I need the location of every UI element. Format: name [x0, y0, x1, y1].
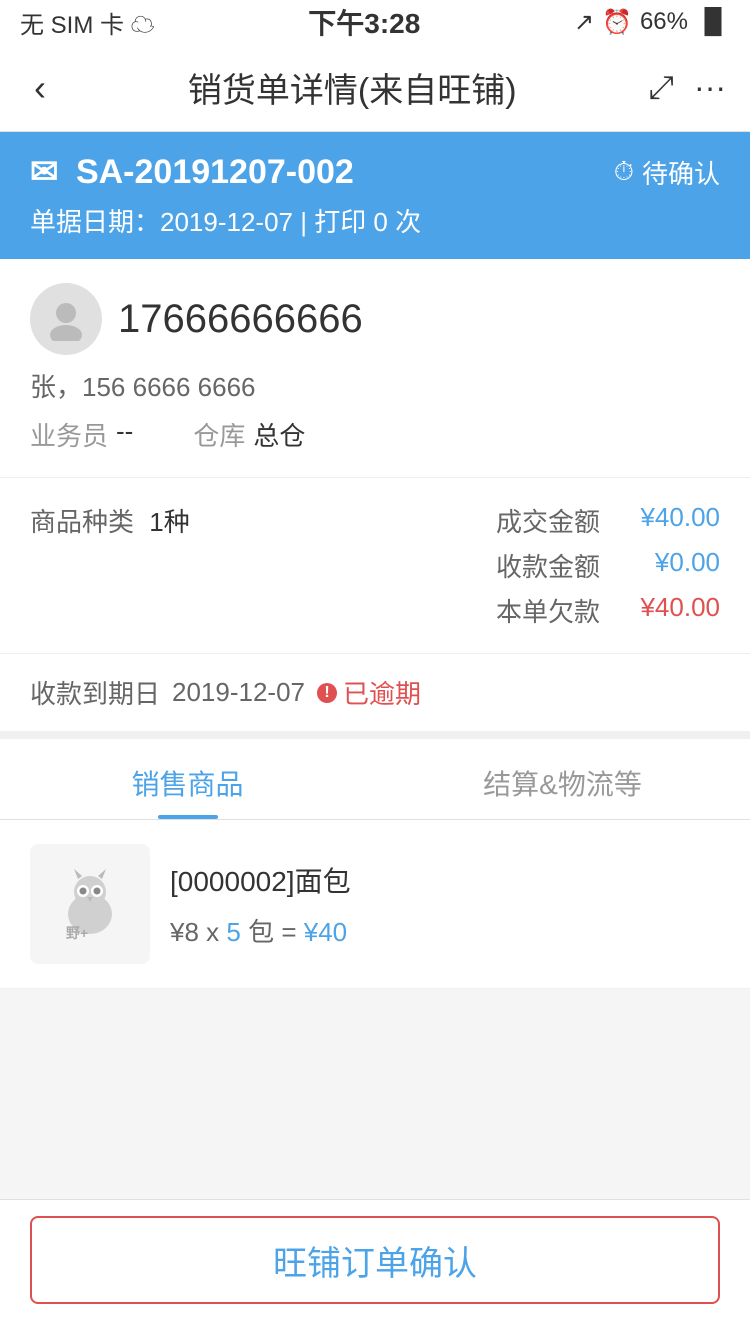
- battery-level: 66%: [640, 8, 688, 36]
- product-name: [0000002]面包: [170, 860, 720, 900]
- due-date-value: 2019-12-07: [172, 677, 305, 708]
- order-id-icon: ✉: [30, 153, 59, 191]
- order-status: ⏱ 待确认: [614, 154, 720, 191]
- status-label: 待确认: [642, 154, 720, 191]
- product-equals: =: [281, 917, 303, 947]
- product-qty: 5: [226, 917, 240, 947]
- product-unit: 包: [248, 917, 274, 947]
- order-banner-top: ✉ SA-20191207-002 ⏱ 待确认: [30, 152, 720, 192]
- bottom-bar: 旺铺订单确认: [0, 1199, 750, 1334]
- status-right: ↗ ⏰ 66% ▐▌: [574, 8, 730, 37]
- share-button[interactable]: ⤢: [648, 69, 674, 107]
- salesperson-value: --: [116, 416, 133, 453]
- status-bar: 无 SIM 卡 ☁ 下午3:28 ↗ ⏰ 66% ▐▌: [0, 0, 750, 44]
- owed-amount-value: ¥40.00: [620, 592, 720, 629]
- deal-amount-label: 成交金额: [496, 502, 600, 539]
- overdue-text: 已逾期: [343, 674, 421, 711]
- deal-amount-row: 成交金额 ¥40.00: [496, 502, 720, 539]
- tabs-bar: 销售商品 结算&物流等: [0, 739, 750, 820]
- customer-section: 17666666666 张，156 6666 6666 业务员 -- 仓库 总仓: [0, 259, 750, 478]
- page-title: 销货单详情(来自旺铺): [56, 63, 648, 112]
- summary-right: 成交金额 ¥40.00 收款金额 ¥0.00 本单欠款 ¥40.00: [496, 502, 720, 629]
- goods-kinds: 商品种类 1种: [30, 502, 190, 539]
- salesperson-field: 业务员 --: [30, 416, 133, 453]
- avatar: [30, 283, 102, 355]
- due-date-label: 收款到期日: [30, 674, 160, 711]
- customer-top: 17666666666: [30, 283, 720, 355]
- status-left: 无 SIM 卡 ☁: [20, 5, 155, 40]
- product-total: ¥40: [304, 917, 347, 947]
- product-price-row: ¥8 x 5 包 = ¥40: [170, 912, 720, 949]
- warehouse-field: 仓库 总仓: [193, 416, 305, 453]
- nav-actions: ⤢ ···: [648, 69, 726, 107]
- tab-settlement[interactable]: 结算&物流等: [375, 739, 750, 819]
- product-item: 野+ [0000002]面包 ¥8 x 5 包 = ¥40: [0, 820, 750, 989]
- product-section: 野+ [0000002]面包 ¥8 x 5 包 = ¥40: [0, 820, 750, 989]
- owed-amount-row: 本单欠款 ¥40.00: [496, 592, 720, 629]
- tab-sales[interactable]: 销售商品: [0, 739, 375, 819]
- product-multiply: x: [206, 917, 226, 947]
- svg-text:野+: 野+: [66, 925, 88, 941]
- overdue-badge: ! 已逾期: [317, 674, 421, 711]
- deal-amount-value: ¥40.00: [620, 502, 720, 539]
- warehouse-value: 总仓: [253, 416, 305, 453]
- clock-icon: ⏱: [614, 156, 634, 188]
- order-date: 单据日期：2019-12-07 | 打印 0 次: [30, 202, 720, 239]
- salesperson-label: 业务员: [30, 416, 108, 453]
- order-id: ✉ SA-20191207-002: [30, 152, 354, 192]
- battery-icon: ▐▌: [696, 8, 730, 36]
- alarm-icon: ⏰: [602, 8, 632, 37]
- summary-left: 商品种类 1种: [30, 502, 190, 539]
- location-icon: ↗: [574, 8, 594, 37]
- product-thumbnail: 野+: [30, 844, 150, 964]
- product-info: [0000002]面包 ¥8 x 5 包 = ¥40: [170, 860, 720, 949]
- receive-amount-value: ¥0.00: [620, 547, 720, 584]
- receive-amount-row: 收款金额 ¥0.00: [496, 547, 720, 584]
- back-button[interactable]: ‹: [24, 57, 56, 119]
- overdue-icon: !: [317, 683, 337, 703]
- customer-phone: 17666666666: [118, 297, 363, 342]
- more-button[interactable]: ···: [694, 69, 726, 106]
- status-time: 下午3:28: [308, 2, 420, 42]
- due-date-section: 收款到期日 2019-12-07 ! 已逾期: [0, 654, 750, 739]
- confirm-button[interactable]: 旺铺订单确认: [30, 1216, 720, 1304]
- receive-amount-label: 收款金额: [496, 547, 600, 584]
- nav-bar: ‹ 销货单详情(来自旺铺) ⤢ ···: [0, 44, 750, 132]
- owed-amount-label: 本单欠款: [496, 592, 600, 629]
- customer-name: 张，156 6666 6666: [30, 367, 720, 404]
- sim-status: 无 SIM 卡 ☁: [20, 5, 155, 40]
- order-banner: ✉ SA-20191207-002 ⏱ 待确认 单据日期：2019-12-07 …: [0, 132, 750, 259]
- product-unit-price: ¥8: [170, 917, 199, 947]
- warehouse-label: 仓库: [193, 416, 245, 453]
- summary-section: 商品种类 1种 成交金额 ¥40.00 收款金额 ¥0.00 本单欠款 ¥40.…: [0, 478, 750, 654]
- customer-meta: 业务员 -- 仓库 总仓: [30, 416, 720, 453]
